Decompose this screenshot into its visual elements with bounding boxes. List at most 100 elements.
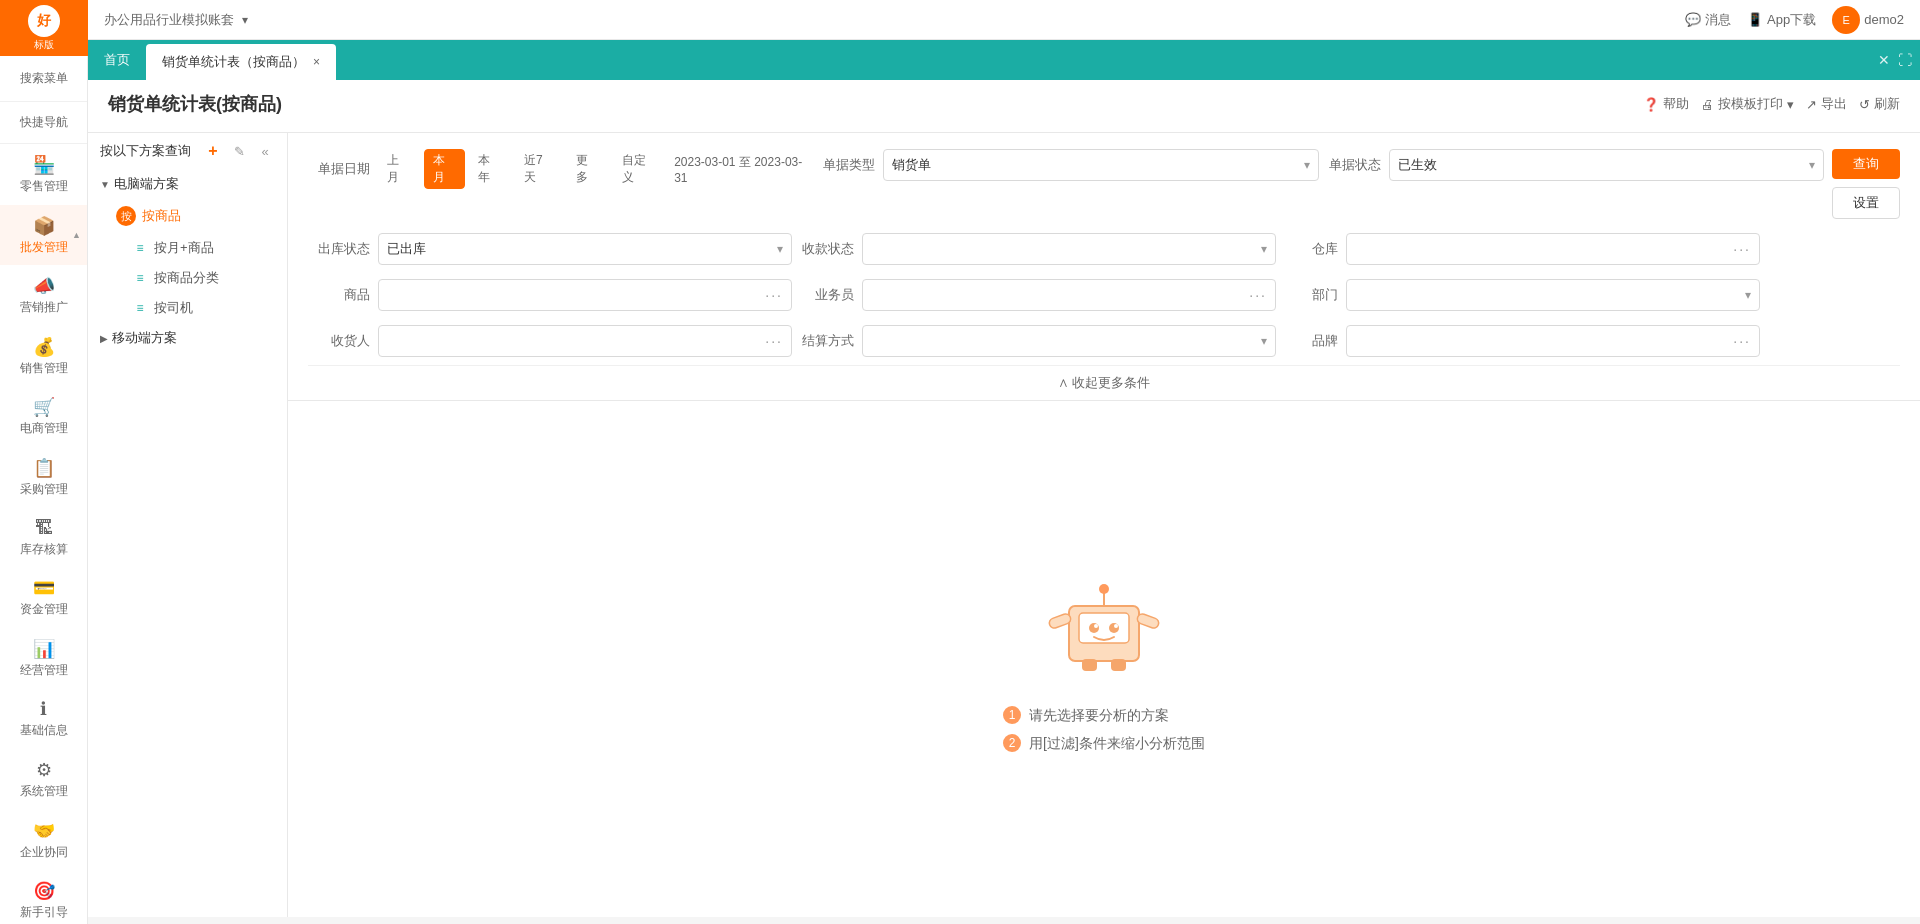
status-select[interactable]: 已生效 ▾: [1389, 149, 1824, 181]
enterprise-icon: 🤝: [33, 820, 55, 842]
sidebar-item-basic[interactable]: ℹ 基础信息: [0, 688, 87, 749]
sidebar-item-operations[interactable]: 📊 经营管理: [0, 628, 87, 689]
receipt-select[interactable]: ▾: [862, 233, 1276, 265]
refresh-button[interactable]: ↺ 刷新: [1859, 95, 1900, 113]
sidebar-item-ecommerce[interactable]: 🛒 电商管理: [0, 386, 87, 447]
tab-sales-report[interactable]: 销货单统计表（按商品） ×: [146, 44, 336, 80]
sidebar-item-newbie[interactable]: 🎯 新手引导: [0, 870, 87, 924]
tabbar: 首页 销货单统计表（按商品） × ✕ ⛶: [88, 40, 1920, 80]
tab-home[interactable]: 首页: [88, 40, 146, 80]
message-button[interactable]: 💬 消息: [1685, 11, 1731, 29]
scheme-item-by-goods[interactable]: 按 按商品: [88, 199, 287, 233]
search-menu-label[interactable]: 搜索菜单: [0, 64, 87, 93]
empty-tips: 1 请先选择要分析的方案 2 用[过滤]条件来缩小分析范围: [1003, 701, 1205, 757]
brand-input[interactable]: ···: [1346, 325, 1760, 357]
warehouse-more-icon[interactable]: ···: [1733, 241, 1751, 257]
goods-input[interactable]: ···: [378, 279, 792, 311]
export-button[interactable]: ↗ 导出: [1806, 95, 1847, 113]
main-content: 销货单统计表(按商品) ❓ 帮助 🖨 按模板打印 ▾ ↗ 导出: [88, 80, 1920, 924]
filter-date-field: 单据日期 上月 本月 本年 近7天 更多 自定义 2023-03-01 至 20…: [308, 149, 813, 189]
collapse-scheme-icon[interactable]: «: [255, 141, 275, 161]
date-btn-more[interactable]: 更多: [567, 149, 609, 189]
print-button[interactable]: 🖨 按模板打印 ▾: [1701, 95, 1794, 113]
filter-brand-field: 品牌 ···: [1276, 325, 1760, 357]
payment-dropdown-icon: ▾: [1261, 334, 1267, 348]
maximize-button[interactable]: ✕ ⛶: [1878, 52, 1912, 68]
filter-dept-field: 部门 ▾: [1276, 279, 1760, 311]
settings-button[interactable]: 设置: [1832, 187, 1900, 219]
message-label: 消息: [1705, 11, 1731, 29]
dept-select[interactable]: ▾: [1346, 279, 1760, 311]
sidebar-item-newbie-label: 新手引导: [20, 905, 68, 921]
scheme-group-desktop-header[interactable]: ▼ 电脑端方案: [88, 169, 287, 199]
ecommerce-icon: 🛒: [33, 396, 55, 418]
tip-text-1: 请先选择要分析的方案: [1029, 701, 1169, 729]
edit-scheme-icon[interactable]: ✎: [229, 141, 249, 161]
sidebar: 好 标版 搜索菜单 快捷导航 🏪 零售管理 📦 批发管理 📣 营销推广 💰 销售…: [0, 0, 88, 924]
warehouse-label: 仓库: [1276, 240, 1346, 258]
scheme-sub-item-goods-category[interactable]: ≡ 按商品分类: [88, 263, 287, 293]
date-btn-lastmonth[interactable]: 上月: [378, 149, 420, 189]
scheme-group-mobile-header[interactable]: ▶ 移动端方案: [88, 323, 287, 353]
collapse-bar[interactable]: ∧ 收起更多条件: [308, 365, 1900, 400]
date-btn-7days[interactable]: 近7天: [515, 149, 563, 189]
receipt-dropdown-icon: ▾: [1261, 242, 1267, 256]
staff-more-icon[interactable]: ···: [1249, 287, 1267, 303]
svg-rect-1: [1079, 613, 1129, 643]
sidebar-item-finance[interactable]: 💳 资金管理: [0, 567, 87, 628]
receiver-more-icon[interactable]: ···: [765, 333, 783, 349]
window-maximize-icon[interactable]: ⛶: [1898, 52, 1912, 68]
help-button[interactable]: ❓ 帮助: [1643, 95, 1689, 113]
warehouse-input[interactable]: ···: [1346, 233, 1760, 265]
scheme-sub-item-month-goods[interactable]: ≡ 按月+商品: [88, 233, 287, 263]
sidebar-item-inventory-label: 库存核算: [20, 542, 68, 558]
payment-label: 结算方式: [792, 332, 862, 350]
finance-icon: 💳: [33, 577, 55, 599]
sidebar-item-system[interactable]: ⚙ 系统管理: [0, 749, 87, 810]
add-scheme-icon[interactable]: +: [203, 141, 223, 161]
payment-select[interactable]: ▾: [862, 325, 1276, 357]
operations-icon: 📊: [33, 638, 55, 660]
scheme-panel-actions: + ✎ «: [203, 141, 275, 161]
empty-state: 1 请先选择要分析的方案 2 用[过滤]条件来缩小分析范围: [1003, 501, 1205, 817]
topbar-title: 办公用品行业模拟账套: [104, 11, 234, 29]
receiver-input[interactable]: ···: [378, 325, 792, 357]
date-btn-thismonth[interactable]: 本月: [424, 149, 466, 189]
scheme-sub-label-1: 按月+商品: [154, 239, 214, 257]
status-label: 单据状态: [1319, 156, 1389, 174]
goods-label: 商品: [308, 286, 378, 304]
sidebar-item-enterprise[interactable]: 🤝 企业协同: [0, 810, 87, 871]
tab-close-icon[interactable]: ×: [313, 55, 320, 69]
print-dropdown-icon: ▾: [1787, 97, 1794, 112]
app-download-button[interactable]: 📱 App下载: [1747, 11, 1816, 29]
goods-more-icon[interactable]: ···: [765, 287, 783, 303]
quicknav-label[interactable]: 快捷导航: [0, 108, 87, 137]
sidebar-search-section: 搜索菜单: [0, 56, 87, 102]
page-title: 销货单统计表(按商品): [108, 92, 282, 116]
staff-input[interactable]: ···: [862, 279, 1276, 311]
filter-warehouse-field: 仓库 ···: [1276, 233, 1760, 265]
action-buttons: 查询 设置: [1824, 149, 1900, 219]
sidebar-item-sales[interactable]: 💰 销售管理: [0, 326, 87, 387]
scheme-sub-item-driver[interactable]: ≡ 按司机: [88, 293, 287, 323]
sidebar-item-inventory[interactable]: 🏗 库存核算: [0, 508, 87, 568]
date-btn-custom[interactable]: 自定义: [613, 149, 666, 189]
filter-status-field: 单据状态 已生效 ▾: [1319, 149, 1824, 181]
window-close-icon[interactable]: ✕: [1878, 52, 1890, 68]
type-select[interactable]: 销货单 ▾: [883, 149, 1318, 181]
sidebar-item-wholesale[interactable]: 📦 批发管理: [0, 205, 87, 266]
type-value: 销货单: [892, 156, 931, 174]
topbar-dropdown-icon[interactable]: ▾: [242, 13, 248, 27]
query-button[interactable]: 查询: [1832, 149, 1900, 179]
user-info[interactable]: E demo2: [1832, 6, 1904, 34]
empty-state-area: 1 请先选择要分析的方案 2 用[过滤]条件来缩小分析范围: [288, 401, 1920, 917]
brand-more-icon[interactable]: ···: [1733, 333, 1751, 349]
sidebar-item-marketing[interactable]: 📣 营销推广: [0, 265, 87, 326]
date-range-value: 2023-03-01 至 2023-03-31: [674, 154, 813, 185]
sidebar-item-retail[interactable]: 🏪 零售管理: [0, 144, 87, 205]
collapse-label: ∧ 收起更多条件: [1058, 374, 1151, 392]
app-logo[interactable]: 好 标版: [0, 0, 88, 56]
stock-select[interactable]: 已出库 ▾: [378, 233, 792, 265]
date-btn-thisyear[interactable]: 本年: [469, 149, 511, 189]
sidebar-item-purchase[interactable]: 📋 采购管理: [0, 447, 87, 508]
